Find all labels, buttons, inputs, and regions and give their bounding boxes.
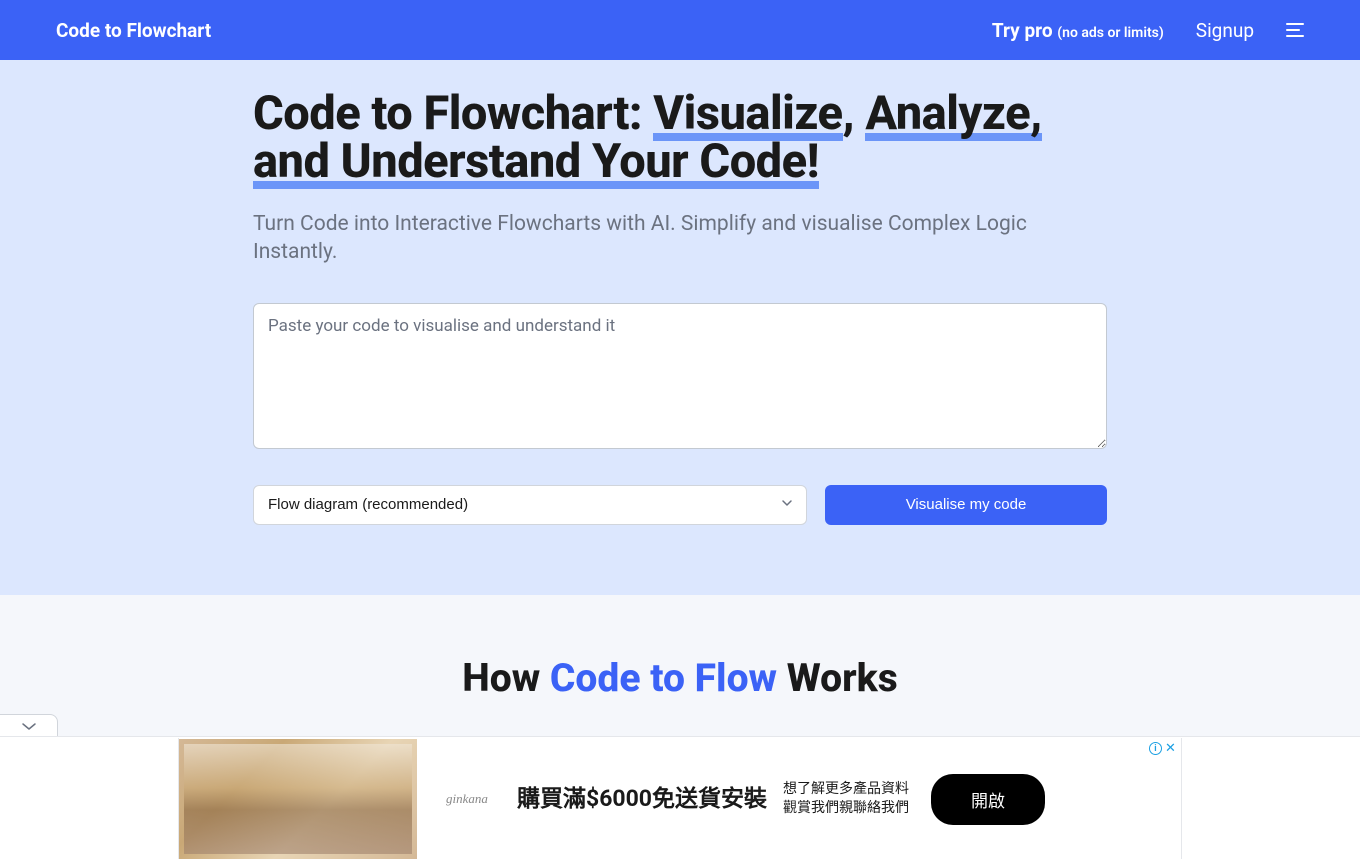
how-title: How Code to Flow Works — [0, 655, 1360, 701]
menu-icon[interactable] — [1286, 19, 1304, 41]
try-pro-label: Try pro — [992, 19, 1053, 42]
hero-section: Code to Flowchart: Visualize, Analyze, a… — [0, 60, 1360, 595]
title-comma: , — [843, 86, 866, 141]
title-underline-1: Visualize — [653, 86, 842, 141]
ad-open-button[interactable]: 開啟 — [931, 774, 1045, 825]
try-pro-link[interactable]: Try pro (no ads or limits) — [992, 19, 1164, 42]
ad-content[interactable]: ginkana 購買滿$6000免送貨安裝 想了解更多產品資料觀賞我們親聯絡我們… — [178, 738, 1182, 859]
ad-sub-text: 想了解更多產品資料觀賞我們親聯絡我們 — [783, 780, 913, 818]
visualise-button[interactable]: Visualise my code — [825, 485, 1107, 525]
ad-banner: ginkana 購買滿$6000免送貨安裝 想了解更多產品資料觀賞我們親聯絡我們… — [0, 736, 1360, 859]
ad-brand: ginkana — [417, 791, 517, 807]
header-nav: Try pro (no ads or limits) Signup — [992, 19, 1304, 42]
ad-image — [179, 739, 417, 859]
how-pre: How — [462, 655, 550, 701]
ad-main-text: 購買滿$6000免送貨安裝 — [517, 779, 767, 818]
logo[interactable]: Code to Flowchart — [56, 19, 211, 42]
chevron-down-icon — [20, 720, 38, 732]
ad-collapse-tab[interactable] — [0, 714, 58, 736]
controls-row: Flow diagram (recommended) Visualise my … — [253, 485, 1107, 525]
info-icon[interactable]: i — [1149, 742, 1162, 755]
close-icon[interactable]: ✕ — [1164, 742, 1177, 755]
title-pre: Code to Flowchart: — [253, 86, 653, 141]
how-highlight: Code to Flow — [550, 655, 777, 701]
how-it-works-section: How Code to Flow Works — [0, 595, 1360, 701]
signup-link[interactable]: Signup — [1196, 19, 1254, 42]
ad-controls: i ✕ — [1149, 742, 1177, 755]
diagram-select-wrapper: Flow diagram (recommended) — [253, 485, 807, 525]
hero-subtitle: Turn Code into Interactive Flowcharts wi… — [253, 210, 1107, 267]
code-input[interactable] — [253, 303, 1107, 449]
diagram-type-select[interactable]: Flow diagram (recommended) — [253, 485, 807, 525]
how-post: Works — [777, 655, 898, 701]
try-pro-sublabel: (no ads or limits) — [1057, 25, 1164, 41]
page-title: Code to Flowchart: Visualize, Analyze, a… — [253, 90, 1107, 186]
header: Code to Flowchart Try pro (no ads or lim… — [0, 0, 1360, 60]
